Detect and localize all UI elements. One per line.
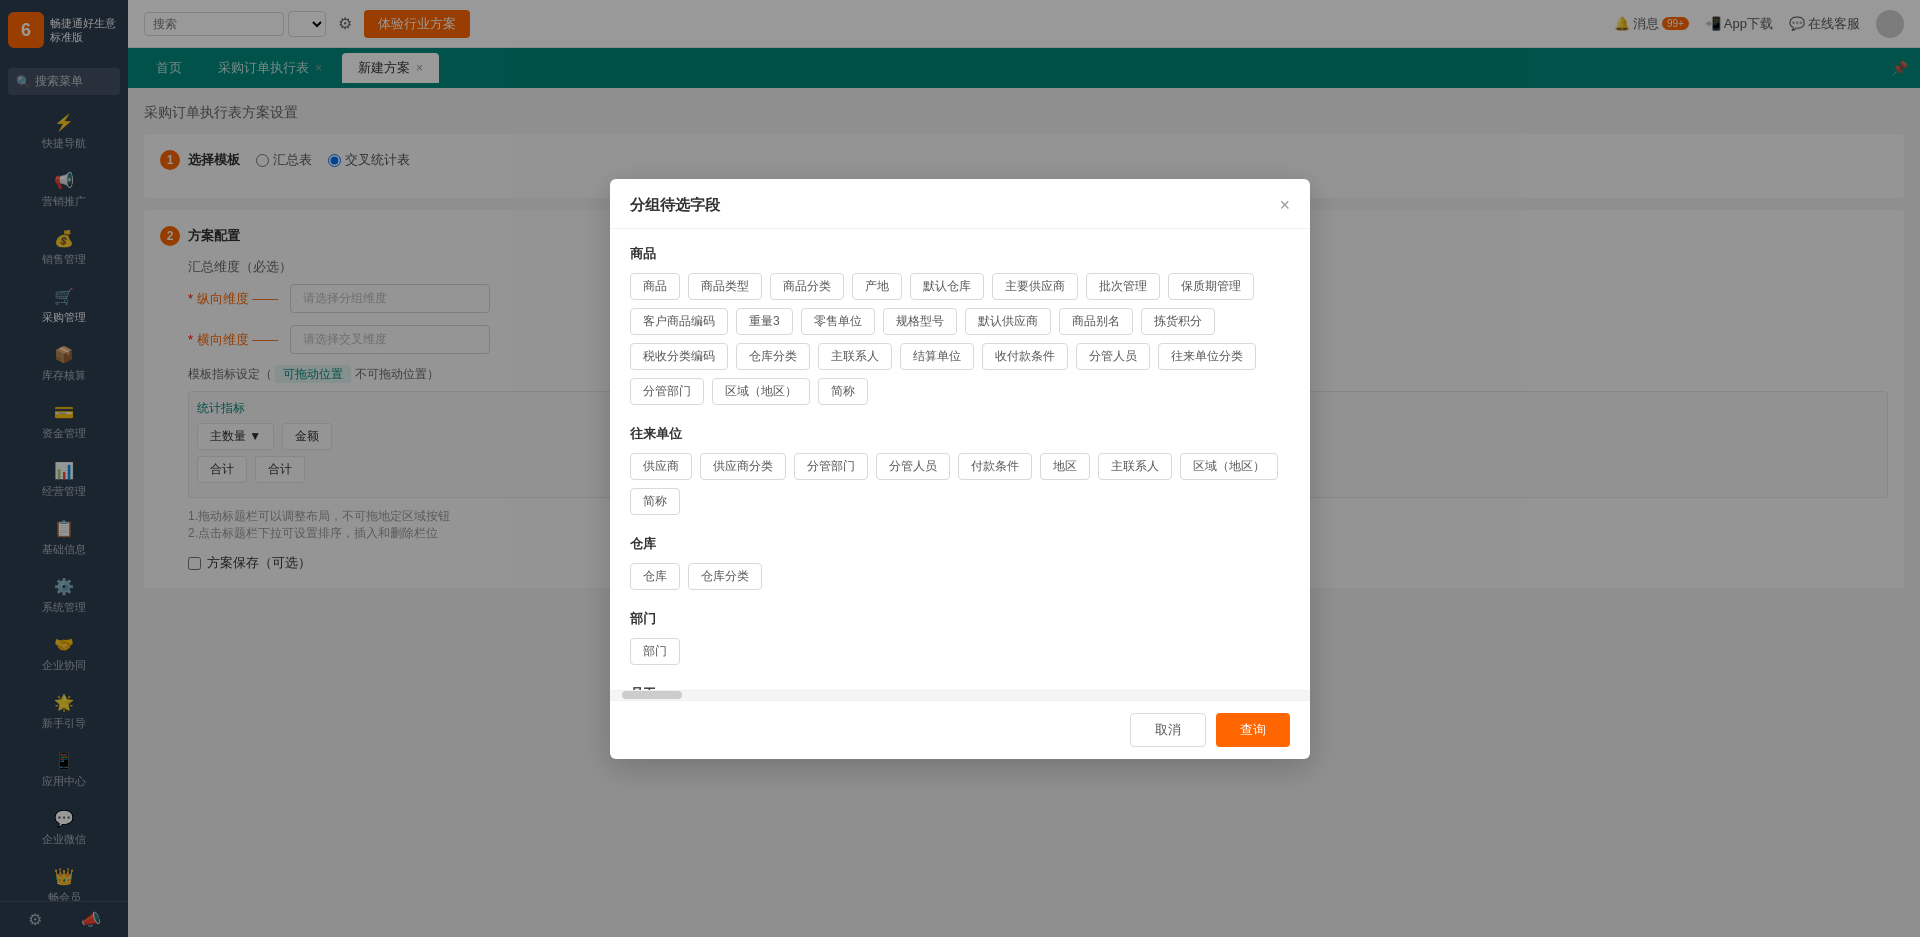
- section-department: 部门 部门: [630, 610, 1290, 665]
- field-tag[interactable]: 部门: [630, 638, 680, 665]
- field-tag[interactable]: 规格型号: [883, 308, 957, 335]
- field-tag[interactable]: 供应商分类: [700, 453, 786, 480]
- section-counterpart: 往来单位 供应商供应商分类分管部门分管人员付款条件地区主联系人区域（地区） 简称: [630, 425, 1290, 515]
- section-warehouse-title: 仓库: [630, 535, 1290, 553]
- field-tag[interactable]: 商品类型: [688, 273, 762, 300]
- section-warehouse: 仓库 仓库仓库分类: [630, 535, 1290, 590]
- section-counterpart-title: 往来单位: [630, 425, 1290, 443]
- modal-header: 分组待选字段 ×: [610, 179, 1310, 229]
- field-tag[interactable]: 往来单位分类: [1158, 343, 1256, 370]
- modal-hscroll[interactable]: [610, 690, 1310, 700]
- section-goods-fields: 商品商品类型商品分类产地默认仓库主要供应商批次管理保质期管理客户商品编码重量3 零…: [630, 273, 1290, 405]
- field-tag[interactable]: 供应商: [630, 453, 692, 480]
- field-tag[interactable]: 结算单位: [900, 343, 974, 370]
- field-tag[interactable]: 分管人员: [1076, 343, 1150, 370]
- modal-overlay: 分组待选字段 × 商品 商品商品类型商品分类产地默认仓库主要供应商批次管理保质期…: [0, 0, 1920, 937]
- field-select-modal: 分组待选字段 × 商品 商品商品类型商品分类产地默认仓库主要供应商批次管理保质期…: [610, 179, 1310, 759]
- field-tag[interactable]: 简称: [818, 378, 868, 405]
- field-tag[interactable]: 付款条件: [958, 453, 1032, 480]
- section-goods-title: 商品: [630, 245, 1290, 263]
- field-tag[interactable]: 分管部门: [794, 453, 868, 480]
- field-tag[interactable]: 重量3: [736, 308, 793, 335]
- field-tag[interactable]: 零售单位: [801, 308, 875, 335]
- field-tag[interactable]: 商品: [630, 273, 680, 300]
- field-tag[interactable]: 商品分类: [770, 273, 844, 300]
- modal-footer: 取消 查询: [610, 700, 1310, 759]
- field-tag[interactable]: 默认仓库: [910, 273, 984, 300]
- field-tag[interactable]: 地区: [1040, 453, 1090, 480]
- field-tag[interactable]: 简称: [630, 488, 680, 515]
- section-goods: 商品 商品商品类型商品分类产地默认仓库主要供应商批次管理保质期管理客户商品编码重…: [630, 245, 1290, 405]
- field-tag[interactable]: 产地: [852, 273, 902, 300]
- field-tag[interactable]: 仓库分类: [736, 343, 810, 370]
- modal-body[interactable]: 商品 商品商品类型商品分类产地默认仓库主要供应商批次管理保质期管理客户商品编码重…: [610, 229, 1310, 690]
- field-tag[interactable]: 拣货积分: [1141, 308, 1215, 335]
- hscroll-thumb[interactable]: [622, 691, 682, 699]
- modal-close-button[interactable]: ×: [1279, 195, 1290, 216]
- field-tag[interactable]: 商品别名: [1059, 308, 1133, 335]
- modal-title: 分组待选字段: [630, 196, 720, 215]
- modal-cancel-button[interactable]: 取消: [1130, 713, 1206, 747]
- field-tag[interactable]: 仓库: [630, 563, 680, 590]
- field-tag[interactable]: 保质期管理: [1168, 273, 1254, 300]
- section-counterpart-fields: 供应商供应商分类分管部门分管人员付款条件地区主联系人区域（地区） 简称: [630, 453, 1290, 515]
- modal-confirm-button[interactable]: 查询: [1216, 713, 1290, 747]
- field-tag[interactable]: 仓库分类: [688, 563, 762, 590]
- section-department-title: 部门: [630, 610, 1290, 628]
- field-tag[interactable]: 收付款条件: [982, 343, 1068, 370]
- field-tag[interactable]: 主联系人: [818, 343, 892, 370]
- field-tag[interactable]: 税收分类编码: [630, 343, 728, 370]
- field-tag[interactable]: 区域（地区）: [1180, 453, 1278, 480]
- field-tag[interactable]: 分管部门: [630, 378, 704, 405]
- field-tag[interactable]: 分管人员: [876, 453, 950, 480]
- field-tag[interactable]: 区域（地区）: [712, 378, 810, 405]
- section-department-fields: 部门: [630, 638, 1290, 665]
- field-tag[interactable]: 客户商品编码: [630, 308, 728, 335]
- field-tag[interactable]: 主要供应商: [992, 273, 1078, 300]
- field-tag[interactable]: 批次管理: [1086, 273, 1160, 300]
- section-warehouse-fields: 仓库仓库分类: [630, 563, 1290, 590]
- field-tag[interactable]: 主联系人: [1098, 453, 1172, 480]
- field-tag[interactable]: 默认供应商: [965, 308, 1051, 335]
